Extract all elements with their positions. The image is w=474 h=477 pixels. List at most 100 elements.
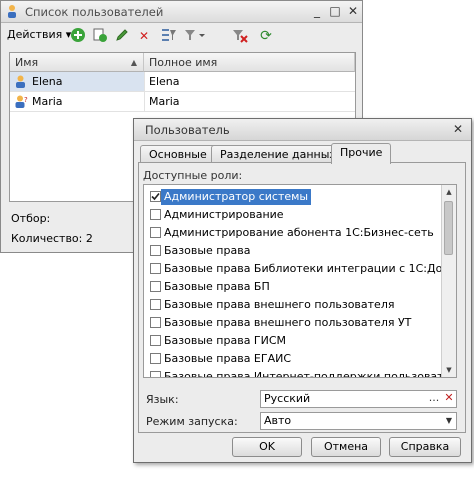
role-checkbox[interactable] — [150, 299, 161, 310]
role-checkbox[interactable] — [150, 227, 161, 238]
user-name: Elena — [32, 75, 63, 88]
roles-scrollbar[interactable]: ▲ ▼ — [441, 185, 456, 377]
role-item[interactable]: Базовые права БП — [144, 278, 441, 296]
column-header-full-name[interactable]: Полное имя — [144, 53, 355, 72]
role-label: Базовые права — [164, 244, 251, 257]
actions-menu[interactable]: Действия ▾ — [7, 28, 71, 41]
role-item[interactable]: Администратор системы — [144, 188, 441, 206]
edit-icon[interactable] — [113, 27, 131, 45]
role-label: Администрирование абонента 1С:Бизнес-сет… — [164, 226, 434, 239]
dialog-title: Пользователь — [145, 123, 230, 137]
column-header-name[interactable]: Имя ▲ — [10, 53, 144, 72]
table-cell-full-name: Elena — [144, 72, 355, 91]
tab-main-label: Основные — [149, 148, 207, 161]
role-item[interactable]: Базовые права внешнего пользователя — [144, 296, 441, 314]
role-label: Администрирование — [164, 208, 284, 221]
maximize-icon[interactable]: □ — [327, 4, 343, 19]
table-row[interactable]: ? Maria Maria — [10, 92, 355, 112]
available-roles-label: Доступные роли: — [143, 169, 243, 182]
tab-data-separation-label: Разделение данных — [220, 148, 336, 161]
table-row[interactable]: Elena Elena — [10, 72, 355, 92]
ok-button-label: OK — [259, 440, 275, 453]
tab-data-separation[interactable]: Разделение данных — [211, 145, 345, 163]
user-dialog: Пользователь ✕ Основные Разделение данны… — [133, 118, 472, 463]
role-checkbox[interactable] — [150, 191, 161, 202]
copy-icon[interactable] — [91, 27, 109, 45]
role-label: Базовые права Интернет-поддержки пользов… — [164, 370, 457, 378]
launch-mode-value: Авто — [264, 414, 292, 427]
dialog-tabs: Основные Разделение данных Прочие — [140, 143, 465, 164]
cancel-button[interactable]: Отмена — [311, 437, 381, 457]
role-checkbox[interactable] — [150, 209, 161, 220]
roles-list: Администратор системы Администрирование Ад… — [143, 184, 457, 378]
svg-text:?: ? — [24, 96, 28, 104]
role-item[interactable]: Базовые права Библиотеки интеграции с 1С… — [144, 260, 456, 278]
add-icon[interactable] — [69, 27, 87, 45]
role-item[interactable]: Базовые права ГИСМ — [144, 332, 441, 350]
language-label: Язык: — [146, 393, 179, 406]
role-checkbox[interactable] — [150, 263, 161, 274]
user-full-name: Maria — [149, 95, 180, 108]
help-button[interactable]: Справка — [389, 437, 461, 457]
role-checkbox[interactable] — [150, 371, 161, 377]
launch-mode-label: Режим запуска: — [146, 415, 238, 428]
role-label: Базовые права ГИСМ — [164, 334, 287, 347]
role-label: Базовые права ЕГАИС — [164, 352, 292, 365]
role-label: Базовые права внешнего пользователя — [164, 298, 395, 311]
column-header-full-name-label: Полное имя — [149, 56, 218, 69]
scroll-up-icon[interactable]: ▲ — [442, 185, 456, 199]
dialog-close-icon[interactable]: ✕ — [450, 122, 466, 137]
cancel-button-label: Отмена — [323, 440, 369, 453]
window-title: Список пользователей — [25, 5, 164, 19]
language-select-button[interactable]: ... — [427, 391, 441, 407]
role-checkbox[interactable] — [150, 317, 161, 328]
role-checkbox[interactable] — [150, 245, 161, 256]
role-checkbox[interactable] — [150, 335, 161, 346]
filter-label: Отбор: — [11, 212, 51, 225]
role-item[interactable]: Базовые права Интернет-поддержки пользов… — [144, 368, 456, 377]
role-item[interactable]: Базовые права — [144, 242, 441, 260]
launch-mode-select[interactable]: Авто ▼ — [260, 412, 457, 430]
ok-button[interactable]: OK — [232, 437, 302, 457]
role-item[interactable]: Администрирование абонента 1С:Бизнес-сет… — [144, 224, 441, 242]
table-cell-full-name: Maria — [144, 92, 355, 111]
users-app-icon — [8, 5, 16, 18]
user-full-name: Elena — [149, 75, 180, 88]
main-toolbar: Действия ▾ ✕ ⟳ — [3, 25, 360, 47]
delete-icon[interactable]: ✕ — [135, 27, 153, 45]
close-icon[interactable]: ✕ — [345, 4, 361, 19]
role-item[interactable]: Базовые права ЕГАИС — [144, 350, 441, 368]
role-label: Базовые права Библиотеки интеграции с 1С… — [164, 262, 456, 275]
role-item[interactable]: Администрирование — [144, 206, 441, 224]
count-label: Количество: 2 — [11, 232, 93, 245]
user-list-titlebar[interactable]: Список пользователей _ □ ✕ — [1, 1, 362, 23]
dialog-titlebar[interactable]: Пользователь ✕ — [134, 119, 471, 141]
role-item[interactable]: Базовые права внешнего пользователя УТ — [144, 314, 441, 332]
user-name: Maria — [32, 95, 63, 108]
tab-main[interactable]: Основные — [140, 145, 216, 163]
user-unknown-icon: ? — [15, 95, 28, 108]
scroll-thumb[interactable] — [444, 201, 453, 255]
role-label: Администратор системы — [161, 189, 312, 205]
filter-list-icon[interactable] — [160, 27, 178, 45]
role-checkbox[interactable] — [150, 281, 161, 292]
scroll-down-icon[interactable]: ▼ — [442, 363, 456, 377]
table-cell-name: Elena — [10, 72, 144, 91]
language-value: Русский — [264, 392, 311, 405]
filter-dropdown-icon[interactable] — [182, 27, 208, 45]
language-field[interactable]: Русский ... ✕ — [260, 390, 457, 408]
role-label: Базовые права внешнего пользователя УТ — [164, 316, 412, 329]
user-icon — [16, 75, 25, 88]
table-cell-name: ? Maria — [10, 92, 144, 111]
role-label: Базовые права БП — [164, 280, 270, 293]
tab-other[interactable]: Прочие — [331, 143, 392, 164]
clear-filter-icon[interactable] — [231, 27, 249, 45]
tab-other-label: Прочие — [340, 146, 383, 159]
column-header-name-label: Имя — [15, 56, 39, 69]
role-checkbox[interactable] — [150, 353, 161, 364]
language-clear-icon[interactable]: ✕ — [442, 391, 456, 407]
sort-ascending-icon: ▲ — [130, 58, 137, 67]
minimize-icon[interactable]: _ — [309, 4, 325, 19]
chevron-down-icon[interactable]: ▼ — [442, 413, 456, 429]
refresh-icon[interactable]: ⟳ — [257, 27, 275, 45]
